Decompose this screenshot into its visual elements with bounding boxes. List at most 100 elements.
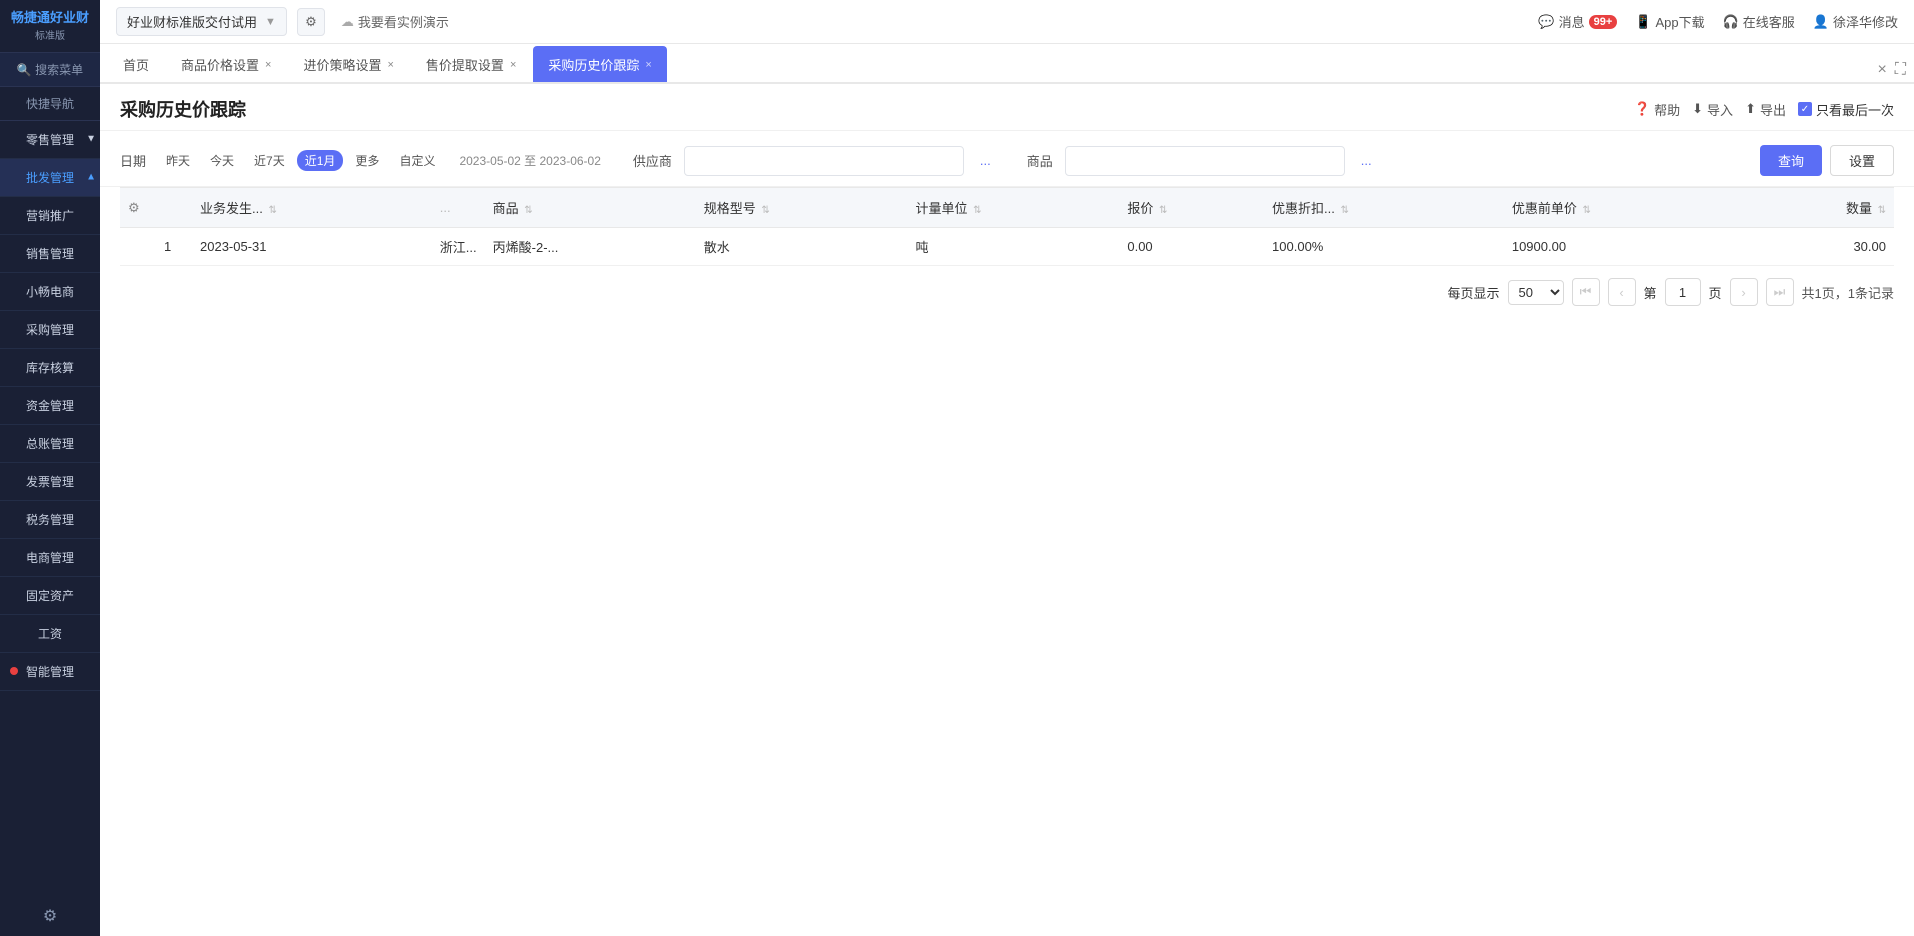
sidebar-item-invoice[interactable]: 发票管理 [0, 463, 100, 501]
page-prev-button[interactable]: ‹ [1608, 278, 1636, 306]
notification-dot [10, 667, 18, 675]
col-unit-label: 计量单位 [916, 201, 968, 216]
sidebar-item-asset[interactable]: 固定资产 [0, 577, 100, 615]
page-number-input[interactable] [1665, 278, 1701, 306]
page-last-button[interactable]: ⏭ [1766, 278, 1794, 306]
page-next-button[interactable]: › [1730, 278, 1758, 306]
demo-link[interactable]: ☁ 我要看实例演示 [341, 12, 449, 31]
chevron-up-icon: ▲ [86, 172, 96, 183]
page-size-select[interactable]: 50 20 100 200 [1508, 280, 1564, 305]
product-input[interactable] [1065, 146, 1345, 176]
sidebar-item-salary[interactable]: 工资 [0, 615, 100, 653]
col-dots[interactable]: ... [432, 188, 485, 228]
last-only-checkbox-label[interactable]: ✓ 只看最后一次 [1798, 100, 1894, 119]
date-tab-last1m[interactable]: 近1月 [297, 150, 344, 171]
date-tab-last7[interactable]: 近7天 [246, 150, 293, 171]
sidebar-item-ledger[interactable]: 总账管理 [0, 425, 100, 463]
export-button[interactable]: ⬆ 导出 [1745, 100, 1786, 119]
sidebar-item-capital[interactable]: 资金管理 [0, 387, 100, 425]
supplier-more-btn[interactable]: ... [976, 153, 995, 168]
import-label: 导入 [1707, 100, 1733, 119]
page-first-button[interactable]: ⏮ [1572, 278, 1600, 306]
date-tab-more[interactable]: 更多 [347, 150, 387, 171]
sidebar-ecommerce-label: 电商管理 [26, 549, 74, 566]
header-actions: ❓ 帮助 ⬇ 导入 ⬆ 导出 ✓ 只看最后一次 [1634, 100, 1894, 119]
demo-icon: ☁ [341, 14, 354, 30]
sidebar-gear-button[interactable]: ⚙ [0, 896, 100, 936]
tab-sale-close[interactable]: × [510, 59, 516, 71]
help-button[interactable]: ❓ 帮助 [1634, 100, 1680, 119]
user-menu[interactable]: 👤 徐泽华修改 [1813, 12, 1898, 31]
sort-date-icon: ⇅ [268, 205, 276, 216]
tab-purchase-history-close[interactable]: × [645, 59, 651, 71]
chevron-down-icon: ▼ [86, 134, 96, 145]
tab-price[interactable]: 商品价格设置 × [166, 46, 286, 82]
product-selector[interactable]: 好业财标准版交付试用 ▼ [116, 7, 287, 36]
topbar-gear-button[interactable]: ⚙ [297, 8, 325, 36]
sidebar-item-purchase[interactable]: 采购管理 [0, 311, 100, 349]
date-tab-today[interactable]: 今天 [202, 150, 242, 171]
col-pre-discount-price[interactable]: 优惠前单价 ⇅ [1504, 188, 1749, 228]
col-product-label: 商品 [493, 201, 519, 216]
col-spec-label: 规格型号 [704, 201, 756, 216]
sidebar-item-search[interactable]: 🔍 搜索菜单 [0, 53, 100, 87]
col-product[interactable]: 商品 ⇅ [485, 188, 696, 228]
sidebar-item-ecommerce-small[interactable]: 小畅电商 [0, 273, 100, 311]
sidebar-item-ecommerce[interactable]: 电商管理 [0, 539, 100, 577]
query-button[interactable]: 查询 [1760, 145, 1822, 176]
supplier-filter-label: 供应商 [633, 151, 672, 170]
page-title: 采购历史价跟踪 [120, 96, 246, 122]
cell-date: 2023-05-31 [192, 228, 432, 266]
tab-price-close[interactable]: × [265, 59, 271, 71]
last-only-checkbox[interactable]: ✓ [1798, 102, 1812, 116]
col-discount[interactable]: 优惠折扣... ⇅ [1264, 188, 1504, 228]
date-tab-yesterday[interactable]: 昨天 [158, 150, 198, 171]
col-spec[interactable]: 规格型号 ⇅ [696, 188, 908, 228]
sidebar-item-sales[interactable]: 销售管理 [0, 235, 100, 273]
sidebar-logo: 畅捷通好业财 标准版 [0, 0, 100, 53]
date-tabs: 昨天 今天 近7天 近1月 更多 自定义 [158, 150, 443, 171]
supplier-input[interactable] [684, 146, 964, 176]
messages-badge: 99+ [1589, 15, 1618, 29]
col-gear[interactable]: ⚙ [120, 188, 156, 228]
sidebar-quicknav-label: 快捷导航 [26, 97, 74, 111]
import-button[interactable]: ⬇ 导入 [1692, 100, 1733, 119]
col-price[interactable]: 报价 ⇅ [1119, 188, 1264, 228]
app-download-label: App下载 [1655, 12, 1704, 31]
sidebar-item-smart[interactable]: 智能管理 [0, 653, 100, 691]
gear-icon: ⚙ [305, 14, 317, 30]
tab-sale[interactable]: 售价提取设置 × [411, 46, 531, 82]
sidebar-item-retail[interactable]: 零售管理 ▼ [0, 121, 100, 159]
message-icon: 💬 [1538, 14, 1554, 30]
tab-strategy[interactable]: 进价策略设置 × [288, 46, 408, 82]
chevron-down-icon: ▼ [265, 16, 276, 28]
settings-button[interactable]: 设置 [1830, 145, 1894, 176]
sidebar-inventory-label: 库存核算 [26, 359, 74, 376]
sidebar-item-inventory[interactable]: 库存核算 [0, 349, 100, 387]
col-quantity[interactable]: 数量 ⇅ [1749, 188, 1894, 228]
online-service-button[interactable]: 🎧 在线客服 [1723, 12, 1795, 31]
table-gear-icon[interactable]: ⚙ [128, 200, 140, 215]
tab-close-button[interactable]: × [1877, 62, 1886, 78]
date-tab-custom[interactable]: 自定义 [391, 150, 443, 171]
tab-strategy-close[interactable]: × [387, 59, 393, 71]
export-label: 导出 [1760, 100, 1786, 119]
page-header: 采购历史价跟踪 ❓ 帮助 ⬇ 导入 ⬆ 导出 ✓ [100, 84, 1914, 131]
tab-home[interactable]: 首页 [108, 46, 164, 82]
app-download-button[interactable]: 📱 App下载 [1635, 12, 1704, 31]
sidebar-item-quicknav[interactable]: 快捷导航 [0, 87, 100, 121]
phone-icon: 📱 [1635, 14, 1651, 30]
sidebar-ecommerce-small-label: 小畅电商 [26, 283, 74, 300]
tab-maximize-button[interactable]: ⛶ [1895, 62, 1906, 78]
demo-label: 我要看实例演示 [358, 12, 449, 31]
sidebar-item-marketing[interactable]: 营销推广 [0, 197, 100, 235]
sidebar-item-wholesale[interactable]: 批发管理 ▲ [0, 159, 100, 197]
import-icon: ⬇ [1692, 101, 1703, 117]
col-dots-icon: ... [440, 200, 451, 215]
sidebar-item-tax[interactable]: 税务管理 [0, 501, 100, 539]
tab-purchase-history[interactable]: 采购历史价跟踪 × [533, 46, 666, 82]
messages-button[interactable]: 💬 消息 99+ [1538, 12, 1617, 31]
product-more-btn[interactable]: ... [1357, 153, 1376, 168]
col-unit[interactable]: 计量单位 ⇅ [908, 188, 1120, 228]
col-date[interactable]: 业务发生... ⇅ [192, 188, 432, 228]
